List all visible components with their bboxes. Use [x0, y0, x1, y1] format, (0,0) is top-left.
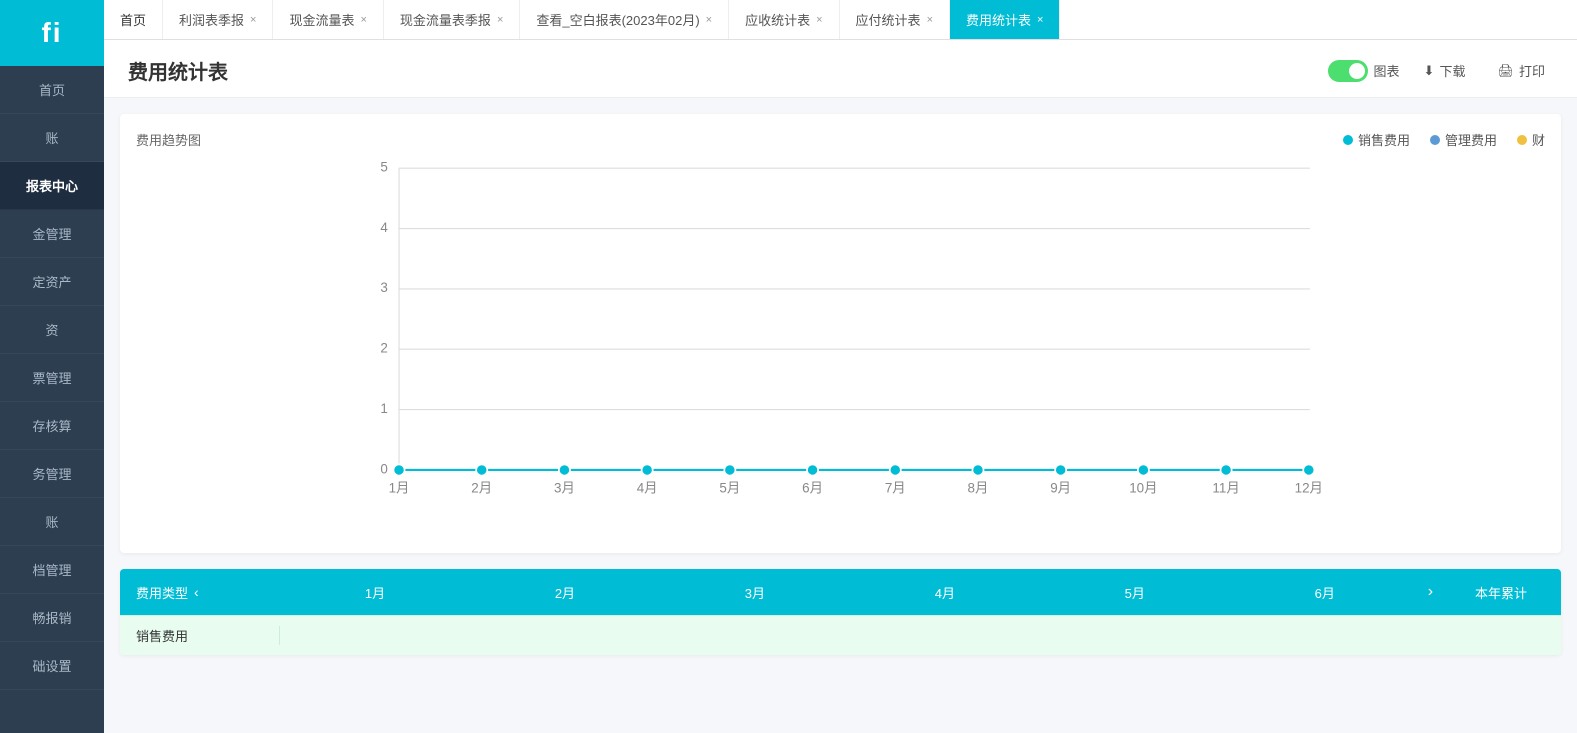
svg-text:10月: 10月 — [1129, 480, 1157, 495]
tab-close-receivable[interactable]: × — [816, 14, 822, 26]
chart-toggle[interactable] — [1328, 60, 1368, 82]
table-row: 销售费用 — [120, 615, 1561, 655]
tab-close-payable[interactable]: × — [927, 14, 933, 26]
chart-svg: 0 1 2 3 4 5 1月 2月 3月 4月 5月 6月 7月 8月 9 — [136, 157, 1545, 537]
page-header: 费用统计表 图表 ⬇ 下载 🖨 打印 — [104, 40, 1577, 98]
sidebar-logo: fi — [0, 0, 104, 66]
chart-toggle-label: 图表 — [1374, 61, 1400, 80]
chart-section: 费用趋势图 销售费用 管理费用 财 — [120, 114, 1561, 553]
sidebar-item-report[interactable]: 报表中心 — [0, 162, 104, 210]
th-type-label: 费用类型 — [136, 583, 188, 602]
tab-profit[interactable]: 利润表季报 × — [163, 0, 273, 40]
legend-label-finance: 财 — [1532, 130, 1545, 149]
table-header: 费用类型 ‹ 1月 2月 3月 4月 5月 6月 › 本年累计 — [120, 569, 1561, 615]
tab-close-cashflow[interactable]: × — [360, 14, 366, 26]
tab-close-cashflow-q[interactable]: × — [497, 14, 503, 26]
download-icon: ⬇ — [1424, 63, 1435, 79]
print-label: 打印 — [1519, 61, 1545, 80]
tab-expense[interactable]: 费用统计表 × — [950, 0, 1060, 40]
legend-dot-sales — [1343, 135, 1353, 145]
legend-management: 管理费用 — [1430, 130, 1497, 149]
legend-label-management: 管理费用 — [1445, 130, 1497, 149]
page-title: 费用统计表 — [128, 56, 228, 85]
svg-text:7月: 7月 — [885, 480, 906, 495]
header-actions: 图表 ⬇ 下载 🖨 打印 — [1328, 57, 1553, 84]
svg-text:4月: 4月 — [637, 480, 658, 495]
chart-toggle-wrap[interactable]: 图表 — [1328, 60, 1400, 82]
th-month-3: 3月 — [660, 583, 850, 602]
sidebar-item-assets[interactable]: 定资产 — [0, 258, 104, 306]
th-month-6: 6月 — [1230, 583, 1420, 602]
th-year-total: 本年累计 — [1441, 583, 1561, 602]
sidebar-item-inventory[interactable]: 存核算 — [0, 402, 104, 450]
tab-bar: 首页 利润表季报 × 现金流量表 × 现金流量表季报 × 查看_空白报表(202… — [104, 0, 1577, 40]
sidebar-item-invoice[interactable]: 票管理 — [0, 354, 104, 402]
sidebar: fi 首页 账 报表中心 金管理 定资产 资 票管理 存核算 务管理 账 档管理… — [0, 0, 104, 733]
content-area: 费用统计表 图表 ⬇ 下载 🖨 打印 费用趋势图 — [104, 40, 1577, 733]
print-button[interactable]: 🖨 打印 — [1489, 57, 1553, 84]
tab-close-profit[interactable]: × — [250, 14, 256, 26]
print-icon: 🖨 — [1497, 63, 1514, 79]
sidebar-item-home[interactable]: 首页 — [0, 66, 104, 114]
th-type: 费用类型 ‹ — [120, 583, 280, 602]
th-month-1: 1月 — [280, 583, 470, 602]
td-type: 销售费用 — [120, 626, 280, 645]
chart-header: 费用趋势图 销售费用 管理费用 财 — [136, 130, 1545, 149]
chart-title: 费用趋势图 — [136, 130, 201, 149]
svg-text:4: 4 — [380, 220, 388, 235]
tab-blank[interactable]: 查看_空白报表(2023年02月) × — [520, 0, 729, 40]
sidebar-item-expense-report[interactable]: 畅报销 — [0, 594, 104, 642]
sidebar-item-business[interactable]: 务管理 — [0, 450, 104, 498]
tab-home[interactable]: 首页 — [104, 0, 163, 40]
legend-dot-management — [1430, 135, 1440, 145]
legend-dot-finance — [1517, 135, 1527, 145]
sidebar-item-finance[interactable]: 金管理 — [0, 210, 104, 258]
chart-container: 0 1 2 3 4 5 1月 2月 3月 4月 5月 6月 7月 8月 9 — [136, 157, 1545, 537]
svg-text:5月: 5月 — [719, 480, 740, 495]
svg-text:3月: 3月 — [554, 480, 575, 495]
svg-text:9月: 9月 — [1050, 480, 1071, 495]
svg-text:0: 0 — [380, 461, 387, 476]
sidebar-item-capital[interactable]: 资 — [0, 306, 104, 354]
download-label: 下载 — [1439, 61, 1465, 80]
tab-receivable[interactable]: 应收统计表 × — [729, 0, 839, 40]
tab-cashflow-q[interactable]: 现金流量表季报 × — [384, 0, 520, 40]
svg-text:2月: 2月 — [471, 480, 492, 495]
th-month-4: 4月 — [850, 583, 1040, 602]
svg-text:5: 5 — [380, 160, 387, 175]
sidebar-item-archive[interactable]: 档管理 — [0, 546, 104, 594]
main-area: 首页 利润表季报 × 现金流量表 × 现金流量表季报 × 查看_空白报表(202… — [104, 0, 1577, 733]
svg-text:12月: 12月 — [1295, 480, 1323, 495]
download-button[interactable]: ⬇ 下载 — [1416, 57, 1474, 84]
sidebar-scroll: 首页 账 报表中心 金管理 定资产 资 票管理 存核算 务管理 账 档管理 畅报… — [0, 66, 104, 733]
chart-legend: 销售费用 管理费用 财 — [1343, 130, 1545, 149]
sidebar-item-settings[interactable]: 础设置 — [0, 642, 104, 690]
svg-text:3: 3 — [380, 280, 387, 295]
tab-cashflow[interactable]: 现金流量表 × — [273, 0, 383, 40]
svg-text:2: 2 — [380, 341, 387, 356]
sidebar-item-ledger[interactable]: 账 — [0, 498, 104, 546]
th-arrow-right[interactable]: › — [1420, 583, 1441, 601]
tab-payable[interactable]: 应付统计表 × — [840, 0, 950, 40]
svg-text:8月: 8月 — [968, 480, 989, 495]
svg-text:1: 1 — [380, 401, 387, 416]
svg-text:6月: 6月 — [802, 480, 823, 495]
svg-text:11月: 11月 — [1212, 480, 1239, 495]
legend-sales: 销售费用 — [1343, 130, 1410, 149]
th-month-2: 2月 — [470, 583, 660, 602]
legend-label-sales: 销售费用 — [1358, 130, 1410, 149]
th-arrow-left[interactable]: ‹ — [194, 584, 199, 600]
sidebar-item-account[interactable]: 账 — [0, 114, 104, 162]
tab-close-expense[interactable]: × — [1037, 14, 1043, 26]
tab-close-blank[interactable]: × — [706, 14, 712, 26]
legend-finance: 财 — [1517, 130, 1545, 149]
svg-text:1月: 1月 — [389, 480, 410, 495]
expense-table: 费用类型 ‹ 1月 2月 3月 4月 5月 6月 › 本年累计 销售费用 — [120, 569, 1561, 655]
th-month-5: 5月 — [1040, 583, 1230, 602]
